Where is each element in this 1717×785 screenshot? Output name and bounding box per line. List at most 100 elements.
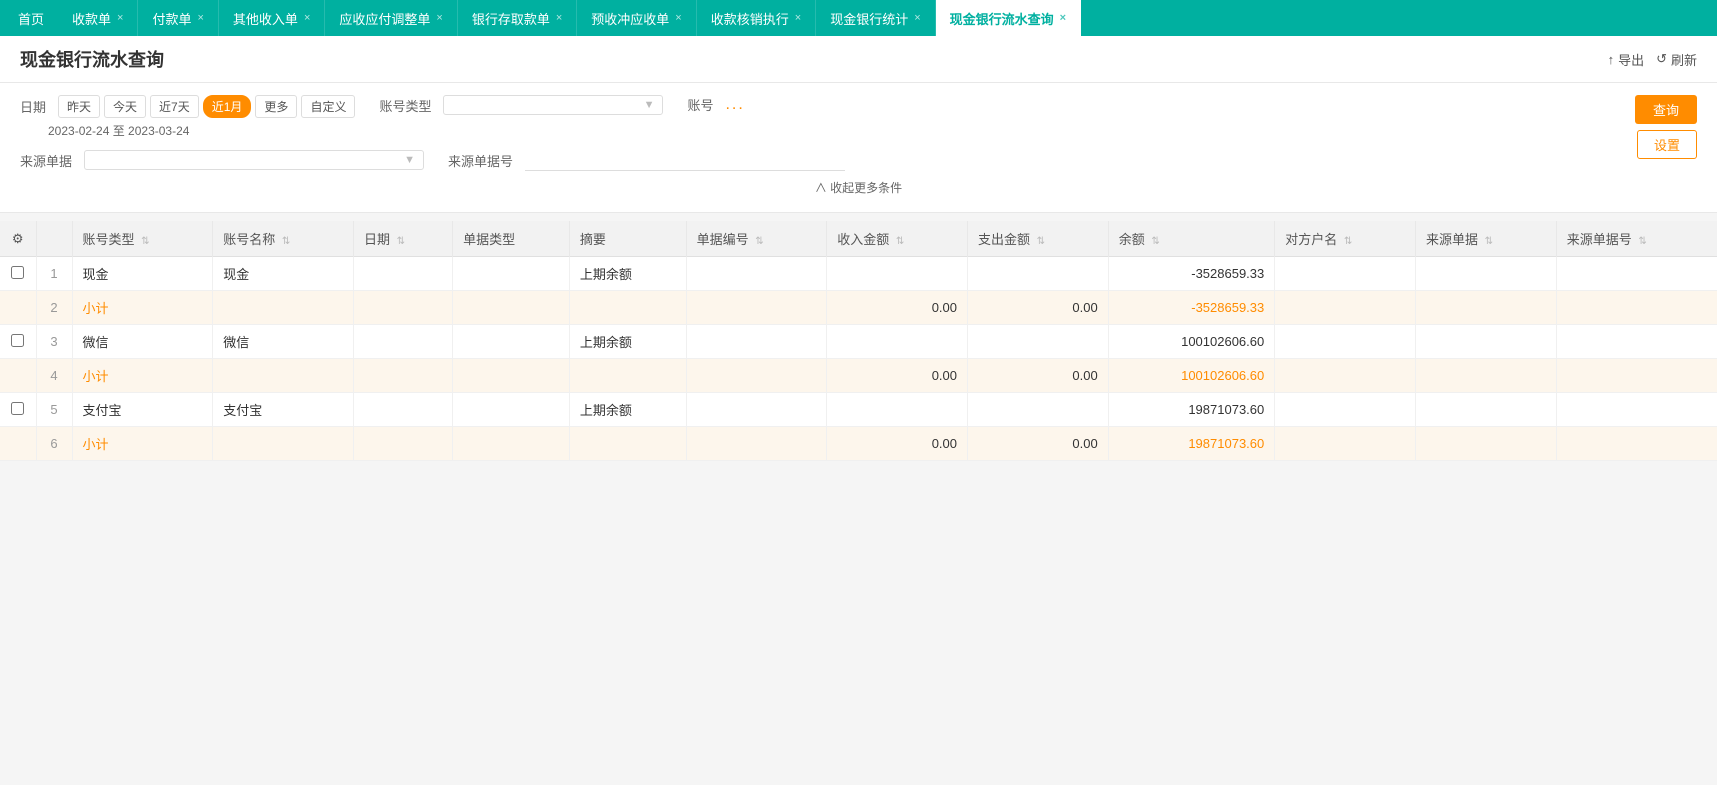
nav-tab-付款单[interactable]: 付款单 × <box>138 0 218 36</box>
cell-doc-type <box>453 427 570 461</box>
row-checkbox[interactable] <box>0 393 36 427</box>
table-row: 1现金现金上期余额-3528659.33 <box>0 257 1717 291</box>
nav-tab-应收应付调整单[interactable]: 应收应付调整单 × <box>325 0 457 36</box>
cell-income: 0.00 <box>827 359 968 393</box>
column-balance[interactable]: 余额 ⇅ <box>1108 221 1275 257</box>
nav-tab-现金银行流水查询[interactable]: 现金银行流水查询 × <box>936 0 1081 36</box>
date-btn-today[interactable]: 今天 <box>104 95 146 118</box>
cell-balance: -3528659.33 <box>1108 257 1275 291</box>
account-type-filter: 账号类型 ▼ <box>379 95 663 115</box>
nav-tab-收款单[interactable]: 收款单 × <box>58 0 138 36</box>
column-counterparty[interactable]: 对方户名 ⇅ <box>1275 221 1416 257</box>
source-doc-num-input[interactable] <box>525 149 845 171</box>
column-account-name[interactable]: 账号名称 ⇅ <box>213 221 354 257</box>
data-table: ⚙ 账号类型 ⇅ 账号名称 ⇅ 日期 ⇅ 单据类型 摘要 单据编号 ⇅ 收入金额… <box>0 221 1717 461</box>
row-checkbox[interactable] <box>0 325 36 359</box>
cell-counterparty <box>1275 325 1416 359</box>
row-checkbox[interactable] <box>0 291 36 325</box>
account-type-select[interactable]: ▼ <box>443 95 663 115</box>
nav-tab-收款核销执行[interactable]: 收款核销执行 × <box>697 0 816 36</box>
table-row: 6小计0.000.0019871073.60 <box>0 427 1717 461</box>
cell-income <box>827 257 968 291</box>
cell-source-doc-no <box>1556 291 1717 325</box>
column-income[interactable]: 收入金额 ⇅ <box>827 221 968 257</box>
column-rownum <box>36 221 72 257</box>
nav-tab-现金银行统计[interactable]: 现金银行统计 × <box>816 0 935 36</box>
cell-summary <box>569 291 686 325</box>
export-button[interactable]: ↑ 导出 <box>1608 50 1645 69</box>
account-label: 账号 <box>687 95 713 114</box>
cell-counterparty <box>1275 291 1416 325</box>
source-doc-filter: 来源单据 ▼ <box>20 150 424 170</box>
collapse-bar[interactable]: ∧ 收起更多条件 <box>20 175 1697 200</box>
right-action-buttons: 查询 设置 <box>1635 95 1697 159</box>
close-icon[interactable]: × <box>304 12 310 24</box>
close-icon[interactable]: × <box>556 12 562 24</box>
settings-button[interactable]: 设置 <box>1637 130 1697 159</box>
close-icon[interactable]: × <box>117 12 123 24</box>
nav-tab-银行存取款单[interactable]: 银行存取款单 × <box>458 0 577 36</box>
cell-expense: 0.00 <box>968 427 1109 461</box>
filter-area: 日期 昨天 今天 近7天 近1月 更多 自定义 2023-02-24 至 202… <box>0 83 1717 213</box>
column-doc-no[interactable]: 单据编号 ⇅ <box>686 221 827 257</box>
close-icon[interactable]: × <box>436 12 442 24</box>
column-gear[interactable]: ⚙ <box>0 221 36 257</box>
close-icon[interactable]: × <box>197 12 203 24</box>
source-doc-select[interactable]: ▼ <box>84 150 424 170</box>
chevron-up-icon: ∧ <box>815 181 830 195</box>
source-doc-num-filter: 来源单据号 <box>448 149 845 171</box>
cell-date <box>353 291 452 325</box>
cell-balance: 100102606.60 <box>1108 325 1275 359</box>
row-number: 5 <box>36 393 72 427</box>
account-dots[interactable]: ... <box>725 96 744 114</box>
nav-tab-其他收入单[interactable]: 其他收入单 × <box>219 0 325 36</box>
cell-date <box>353 257 452 291</box>
cell-source-doc <box>1415 427 1556 461</box>
column-date[interactable]: 日期 ⇅ <box>353 221 452 257</box>
refresh-icon: ↺ <box>1656 51 1667 67</box>
close-icon[interactable]: × <box>1060 12 1066 24</box>
row-checkbox[interactable] <box>0 359 36 393</box>
cell-date <box>353 359 452 393</box>
date-btn-7days[interactable]: 近7天 <box>150 95 199 118</box>
table-row: 3微信微信上期余额100102606.60 <box>0 325 1717 359</box>
cell-source-doc <box>1415 359 1556 393</box>
query-button[interactable]: 查询 <box>1635 95 1697 124</box>
date-btn-more[interactable]: 更多 <box>255 95 297 118</box>
cell-doc-no <box>686 291 827 325</box>
row-checkbox[interactable] <box>0 427 36 461</box>
cell-expense: 0.00 <box>968 291 1109 325</box>
cell-source-doc-no <box>1556 393 1717 427</box>
column-account-type[interactable]: 账号类型 ⇅ <box>72 221 213 257</box>
column-source-doc-no[interactable]: 来源单据号 ⇅ <box>1556 221 1717 257</box>
nav-home[interactable]: 首页 <box>4 0 58 36</box>
refresh-button[interactable]: ↺ 刷新 <box>1656 50 1697 69</box>
cell-summary: 上期余额 <box>569 393 686 427</box>
row-checkbox[interactable] <box>0 257 36 291</box>
table-row: 2小计0.000.00-3528659.33 <box>0 291 1717 325</box>
cell-counterparty <box>1275 257 1416 291</box>
date-btn-custom[interactable]: 自定义 <box>301 95 355 118</box>
page-title: 现金银行流水查询 <box>20 46 164 72</box>
cell-account-type: 小计 <box>72 291 213 325</box>
top-nav: 首页 收款单 × 付款单 × 其他收入单 × 应收应付调整单 × 银行存取款单 … <box>0 0 1717 36</box>
row-number: 1 <box>36 257 72 291</box>
close-icon[interactable]: × <box>795 12 801 24</box>
date-btn-1month[interactable]: 近1月 <box>203 95 252 118</box>
date-btn-yesterday[interactable]: 昨天 <box>58 95 100 118</box>
column-doc-type: 单据类型 <box>453 221 570 257</box>
source-filter-row: 来源单据 ▼ 来源单据号 <box>20 149 1619 171</box>
column-summary: 摘要 <box>569 221 686 257</box>
table-body: 1现金现金上期余额-3528659.332小计0.000.00-3528659.… <box>0 257 1717 461</box>
column-expense[interactable]: 支出金额 ⇅ <box>968 221 1109 257</box>
column-source-doc[interactable]: 来源单据 ⇅ <box>1415 221 1556 257</box>
cell-source-doc-no <box>1556 257 1717 291</box>
cell-counterparty <box>1275 359 1416 393</box>
row-number: 4 <box>36 359 72 393</box>
source-doc-num-label: 来源单据号 <box>448 151 513 170</box>
account-filter: 账号 ... <box>687 95 744 114</box>
nav-tab-预收冲应收单[interactable]: 预收冲应收单 × <box>577 0 696 36</box>
close-icon[interactable]: × <box>914 12 920 24</box>
close-icon[interactable]: × <box>675 12 681 24</box>
cell-income: 0.00 <box>827 291 968 325</box>
